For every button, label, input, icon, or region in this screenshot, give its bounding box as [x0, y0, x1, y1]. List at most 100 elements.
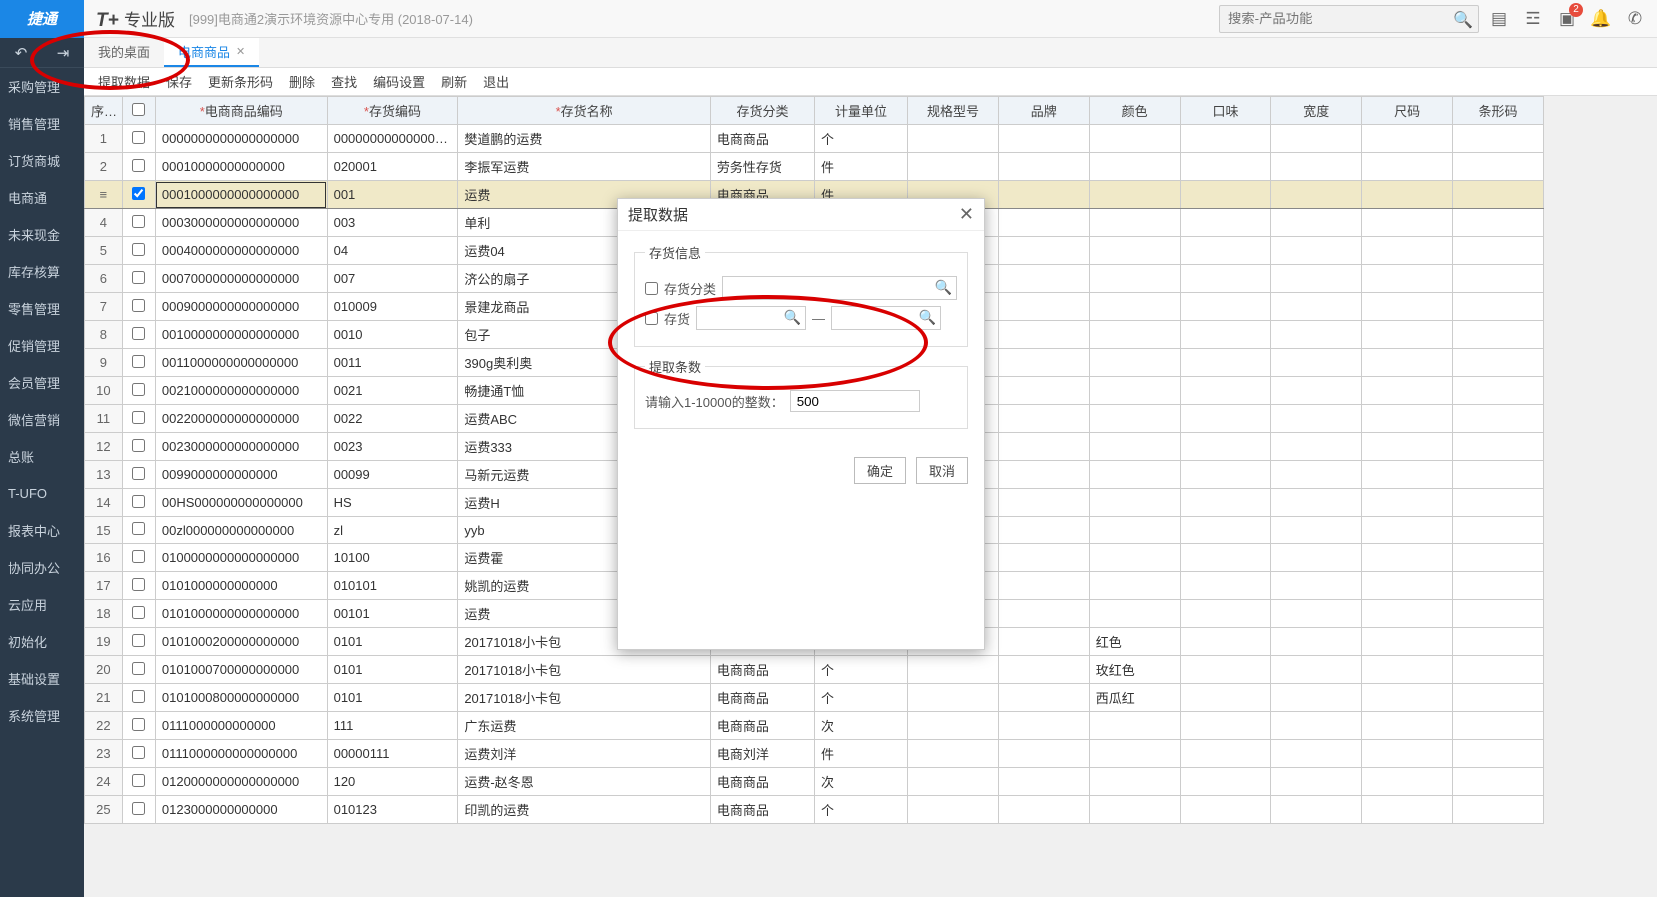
category-input[interactable]	[722, 276, 957, 300]
row-checkbox[interactable]	[132, 634, 145, 647]
row-check[interactable]	[122, 125, 155, 153]
search-icon[interactable]: 🔍	[919, 309, 936, 326]
row-checkbox[interactable]	[132, 746, 145, 759]
row-check[interactable]	[122, 572, 155, 600]
sidebar-item-5[interactable]: 库存核算	[0, 253, 84, 290]
row-check[interactable]	[122, 293, 155, 321]
row-check[interactable]	[122, 544, 155, 572]
bell-icon[interactable]: 🔔	[1587, 5, 1615, 33]
inventory-to-lookup[interactable]: 🔍	[831, 306, 941, 330]
row-checkbox[interactable]	[132, 718, 145, 731]
column-header-7[interactable]: 规格型号	[908, 97, 999, 125]
inventory-from-lookup[interactable]: 🔍	[696, 306, 806, 330]
sidebar-item-13[interactable]: 协同办公	[0, 549, 84, 586]
sidebar-item-16[interactable]: 基础设置	[0, 660, 84, 697]
tab-0[interactable]: 我的桌面	[84, 38, 164, 67]
save-icon[interactable]: ▤	[1485, 5, 1513, 33]
category-checkbox[interactable]	[645, 282, 658, 295]
search-icon[interactable]: 🔍	[935, 279, 952, 296]
select-all-checkbox[interactable]	[132, 103, 145, 116]
row-check[interactable]	[122, 768, 155, 796]
sidebar-item-7[interactable]: 促销管理	[0, 327, 84, 364]
sidebar-item-6[interactable]: 零售管理	[0, 290, 84, 327]
table-row[interactable]: 220111000000000000111广东运费电商商品次	[85, 712, 1544, 740]
inventory-checkbox[interactable]	[645, 312, 658, 325]
list-icon[interactable]: ☲	[1519, 5, 1547, 33]
row-check[interactable]	[122, 237, 155, 265]
row-checkbox[interactable]	[132, 550, 145, 563]
phone-icon[interactable]: ✆	[1621, 5, 1649, 33]
column-header-5[interactable]: 存货分类	[710, 97, 814, 125]
search-box[interactable]: 🔍	[1219, 5, 1479, 33]
row-checkbox[interactable]	[132, 606, 145, 619]
column-header-1[interactable]	[122, 97, 155, 125]
sidebar-item-11[interactable]: T-UFO	[0, 475, 84, 512]
row-checkbox[interactable]	[132, 215, 145, 228]
sidebar-item-3[interactable]: 电商通	[0, 179, 84, 216]
row-check[interactable]	[122, 517, 155, 544]
message-icon[interactable]: ▣2	[1553, 5, 1581, 33]
row-checkbox[interactable]	[132, 383, 145, 396]
sidebar-item-17[interactable]: 系统管理	[0, 697, 84, 734]
row-checkbox[interactable]	[132, 299, 145, 312]
table-row[interactable]: 200101000700000000000010120171018小卡包电商商品…	[85, 656, 1544, 684]
sidebar-item-4[interactable]: 未来现金	[0, 216, 84, 253]
row-checkbox[interactable]	[132, 690, 145, 703]
table-row[interactable]: 250123000000000000010123印凯的运费电商商品个	[85, 796, 1544, 824]
row-check[interactable]	[122, 489, 155, 517]
column-header-9[interactable]: 颜色	[1089, 97, 1180, 125]
row-check[interactable]	[122, 209, 155, 237]
close-icon[interactable]: ✕	[236, 45, 245, 58]
toolbar-btn-1[interactable]: 保存	[158, 72, 200, 91]
row-checkbox[interactable]	[132, 327, 145, 340]
search-icon[interactable]: 🔍	[1453, 10, 1473, 30]
row-check[interactable]	[122, 349, 155, 377]
row-check[interactable]	[122, 153, 155, 181]
row-check[interactable]	[122, 321, 155, 349]
row-check[interactable]	[122, 740, 155, 768]
table-row[interactable]: 200010000000000000020001李振军运费劳务性存货件	[85, 153, 1544, 181]
cancel-button[interactable]: 取消	[916, 457, 968, 484]
count-input[interactable]	[790, 390, 920, 412]
row-checkbox[interactable]	[132, 411, 145, 424]
sidebar-item-2[interactable]: 订货商城	[0, 142, 84, 179]
column-header-12[interactable]: 尺码	[1362, 97, 1453, 125]
column-header-6[interactable]: 计量单位	[815, 97, 908, 125]
row-check[interactable]	[122, 377, 155, 405]
sidebar-item-1[interactable]: 销售管理	[0, 105, 84, 142]
column-header-4[interactable]: *存货名称	[458, 97, 711, 125]
table-row[interactable]: 240120000000000000000120运费-赵冬恩电商商品次	[85, 768, 1544, 796]
row-check[interactable]	[122, 628, 155, 656]
forward-icon[interactable]: ⇥	[57, 44, 70, 62]
row-check[interactable]	[122, 433, 155, 461]
row-checkbox[interactable]	[132, 439, 145, 452]
back-icon[interactable]: ↶	[15, 44, 28, 62]
sidebar-item-12[interactable]: 报表中心	[0, 512, 84, 549]
row-checkbox[interactable]	[132, 662, 145, 675]
close-icon[interactable]: ✕	[959, 204, 974, 225]
row-checkbox[interactable]	[132, 355, 145, 368]
toolbar-btn-4[interactable]: 查找	[323, 72, 365, 91]
ok-button[interactable]: 确定	[854, 457, 906, 484]
table-row[interactable]: 210101000800000000000010120171018小卡包电商商品…	[85, 684, 1544, 712]
row-checkbox[interactable]	[132, 774, 145, 787]
row-checkbox[interactable]	[132, 802, 145, 815]
sidebar-item-14[interactable]: 云应用	[0, 586, 84, 623]
row-check[interactable]	[122, 656, 155, 684]
table-row[interactable]: 10000000000000000000000000000000000...樊道…	[85, 125, 1544, 153]
row-check[interactable]	[122, 600, 155, 628]
tab-1[interactable]: 电商商品✕	[164, 38, 259, 67]
toolbar-btn-5[interactable]: 编码设置	[365, 72, 433, 91]
sidebar-item-9[interactable]: 微信营销	[0, 401, 84, 438]
row-check[interactable]	[122, 684, 155, 712]
search-icon[interactable]: 🔍	[784, 309, 801, 326]
row-checkbox[interactable]	[132, 131, 145, 144]
row-check[interactable]	[122, 796, 155, 824]
row-checkbox[interactable]	[132, 522, 145, 535]
row-check[interactable]	[122, 405, 155, 433]
column-header-11[interactable]: 宽度	[1271, 97, 1362, 125]
row-checkbox[interactable]	[132, 271, 145, 284]
toolbar-btn-2[interactable]: 更新条形码	[200, 72, 281, 91]
row-checkbox[interactable]	[132, 243, 145, 256]
column-header-10[interactable]: 口味	[1180, 97, 1271, 125]
